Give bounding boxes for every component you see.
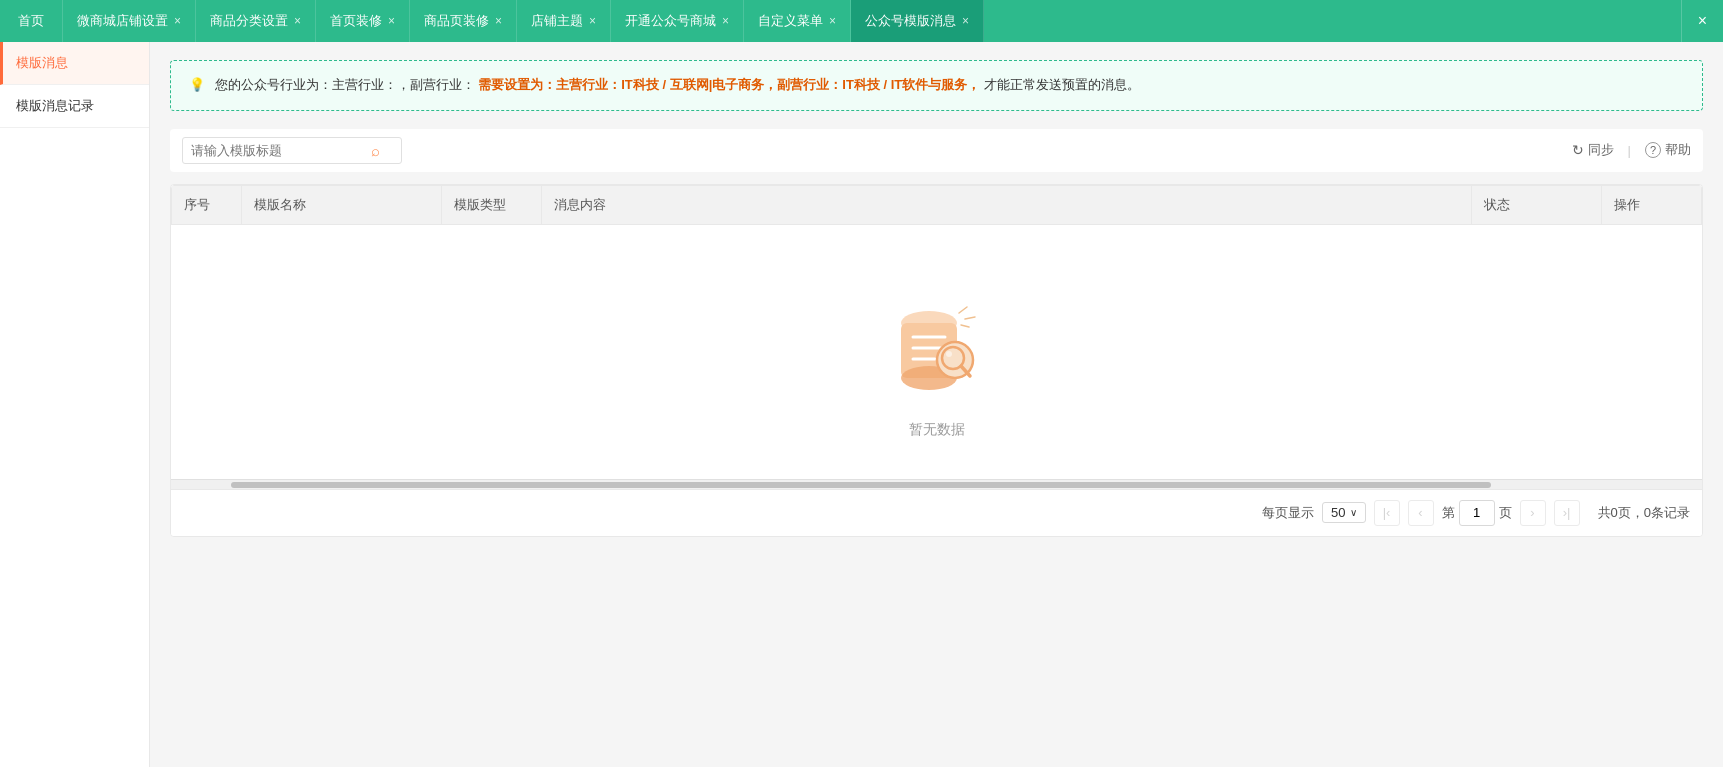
- tab-openstore-close[interactable]: ×: [722, 14, 729, 28]
- page-size-label: 每页显示: [1262, 504, 1314, 522]
- sidebar-item-template-msg[interactable]: 模版消息: [0, 42, 149, 85]
- search-wrapper[interactable]: ⌕: [182, 137, 402, 164]
- page-number-input[interactable]: [1459, 500, 1495, 526]
- tab-home-label: 首页: [18, 12, 44, 30]
- next-page-button[interactable]: ›: [1520, 500, 1546, 526]
- sidebar: 模版消息 模版消息记录: [0, 42, 150, 767]
- pagination-bar: 每页显示 50 ∨ |‹ ‹ 第 页 ›: [171, 489, 1702, 536]
- last-page-button[interactable]: ›|: [1554, 500, 1580, 526]
- main-layout: 模版消息 模版消息记录 💡 您的公众号行业为：主营行业：，副营行业： 需要设置为…: [0, 42, 1723, 767]
- sync-label: 同步: [1588, 141, 1614, 159]
- page-size-chevron-icon: ∨: [1350, 507, 1357, 518]
- col-header-content: 消息内容: [542, 185, 1472, 224]
- tab-templatemsg[interactable]: 公众号模版消息 ×: [851, 0, 984, 42]
- first-page-icon: |‹: [1383, 505, 1391, 520]
- page-size-value: 50: [1331, 505, 1345, 520]
- tab-productpage[interactable]: 商品页装修 ×: [410, 0, 517, 42]
- prev-page-button[interactable]: ‹: [1408, 500, 1434, 526]
- tab-theme[interactable]: 店铺主题 ×: [517, 0, 611, 42]
- notice-highlight: 需要设置为：主营行业：IT科技 / 互联网|电子商务，副营行业：IT科技 / I…: [478, 77, 980, 92]
- svg-point-9: [946, 351, 952, 357]
- prev-page-icon: ‹: [1418, 505, 1422, 520]
- tab-productpage-close[interactable]: ×: [495, 14, 502, 28]
- col-header-status: 状态: [1472, 185, 1602, 224]
- tab-home[interactable]: 首页: [0, 0, 63, 42]
- page-label: 第: [1442, 504, 1455, 522]
- notice-icon: 💡: [189, 77, 205, 92]
- sync-button[interactable]: ↻ 同步: [1572, 141, 1614, 159]
- tab-category[interactable]: 商品分类设置 ×: [196, 0, 316, 42]
- empty-state-row: 暂无数据: [172, 224, 1702, 479]
- sync-icon: ↻: [1572, 142, 1584, 158]
- page-size-select[interactable]: 50 ∨: [1322, 502, 1365, 523]
- page-input-wrapper: 第 页: [1442, 500, 1512, 526]
- notice-suffix: 才能正常发送预置的消息。: [984, 77, 1140, 92]
- help-icon: ?: [1645, 142, 1661, 158]
- tab-custommenu[interactable]: 自定义菜单 ×: [744, 0, 851, 42]
- data-table: 序号 模版名称 模版类型 消息内容 状态: [171, 185, 1702, 479]
- table-header-row: 序号 模版名称 模版类型 消息内容 状态: [172, 185, 1702, 224]
- total-info: 共0页，0条记录: [1598, 504, 1690, 522]
- table-wrapper: 序号 模版名称 模版类型 消息内容 状态: [170, 184, 1703, 537]
- global-close-button[interactable]: ×: [1681, 0, 1723, 42]
- help-label: 帮助: [1665, 141, 1691, 159]
- tab-homepage[interactable]: 首页装修 ×: [316, 0, 410, 42]
- top-nav: 首页 微商城店铺设置 × 商品分类设置 × 首页装修 × 商品页装修 × 店铺主…: [0, 0, 1723, 42]
- tab-productpage-label: 商品页装修: [424, 12, 489, 30]
- tab-theme-label: 店铺主题: [531, 12, 583, 30]
- toolbar-divider: |: [1628, 143, 1631, 158]
- tab-category-label: 商品分类设置: [210, 12, 288, 30]
- svg-line-12: [961, 325, 969, 327]
- tab-homepage-close[interactable]: ×: [388, 14, 395, 28]
- svg-line-11: [965, 317, 975, 319]
- col-header-index: 序号: [172, 185, 242, 224]
- empty-illustration: [877, 285, 997, 405]
- tab-custommenu-close[interactable]: ×: [829, 14, 836, 28]
- content-area: 💡 您的公众号行业为：主营行业：，副营行业： 需要设置为：主营行业：IT科技 /…: [150, 42, 1723, 767]
- page-unit: 页: [1499, 504, 1512, 522]
- col-header-type: 模版类型: [442, 185, 542, 224]
- last-page-icon: ›|: [1563, 505, 1571, 520]
- tab-homepage-label: 首页装修: [330, 12, 382, 30]
- svg-line-10: [959, 307, 967, 313]
- empty-text: 暂无数据: [909, 421, 965, 439]
- tab-weshop[interactable]: 微商城店铺设置 ×: [63, 0, 196, 42]
- tab-theme-close[interactable]: ×: [589, 14, 596, 28]
- tab-openstore-label: 开通公众号商城: [625, 12, 716, 30]
- sidebar-item-template-msg-log-label: 模版消息记录: [16, 98, 94, 113]
- help-button[interactable]: ? 帮助: [1645, 141, 1691, 159]
- notice-prefix: 您的公众号行业为：主营行业：，副营行业：: [215, 77, 475, 92]
- search-input[interactable]: [191, 143, 371, 158]
- sidebar-item-template-msg-label: 模版消息: [16, 55, 68, 70]
- tab-weshop-close[interactable]: ×: [174, 14, 181, 28]
- empty-state: 暂无数据: [172, 225, 1702, 479]
- notice-box: 💡 您的公众号行业为：主营行业：，副营行业： 需要设置为：主营行业：IT科技 /…: [170, 60, 1703, 111]
- col-header-action: 操作: [1602, 185, 1702, 224]
- tab-templatemsg-label: 公众号模版消息: [865, 12, 956, 30]
- toolbar: ⌕ ↻ 同步 | ? 帮助: [170, 129, 1703, 172]
- search-icon[interactable]: ⌕: [371, 142, 380, 159]
- tab-category-close[interactable]: ×: [294, 14, 301, 28]
- empty-state-cell: 暂无数据: [172, 224, 1702, 479]
- scrollbar-thumb[interactable]: [231, 482, 1491, 488]
- next-page-icon: ›: [1530, 505, 1534, 520]
- tab-openstore[interactable]: 开通公众号商城 ×: [611, 0, 744, 42]
- tab-templatemsg-close[interactable]: ×: [962, 14, 969, 28]
- col-header-name: 模版名称: [242, 185, 442, 224]
- sidebar-item-template-msg-log[interactable]: 模版消息记录: [0, 85, 149, 128]
- horizontal-scrollbar[interactable]: [171, 479, 1702, 489]
- tab-custommenu-label: 自定义菜单: [758, 12, 823, 30]
- toolbar-right: ↻ 同步 | ? 帮助: [1572, 141, 1691, 159]
- global-close-icon: ×: [1698, 12, 1707, 30]
- first-page-button[interactable]: |‹: [1374, 500, 1400, 526]
- tab-weshop-label: 微商城店铺设置: [77, 12, 168, 30]
